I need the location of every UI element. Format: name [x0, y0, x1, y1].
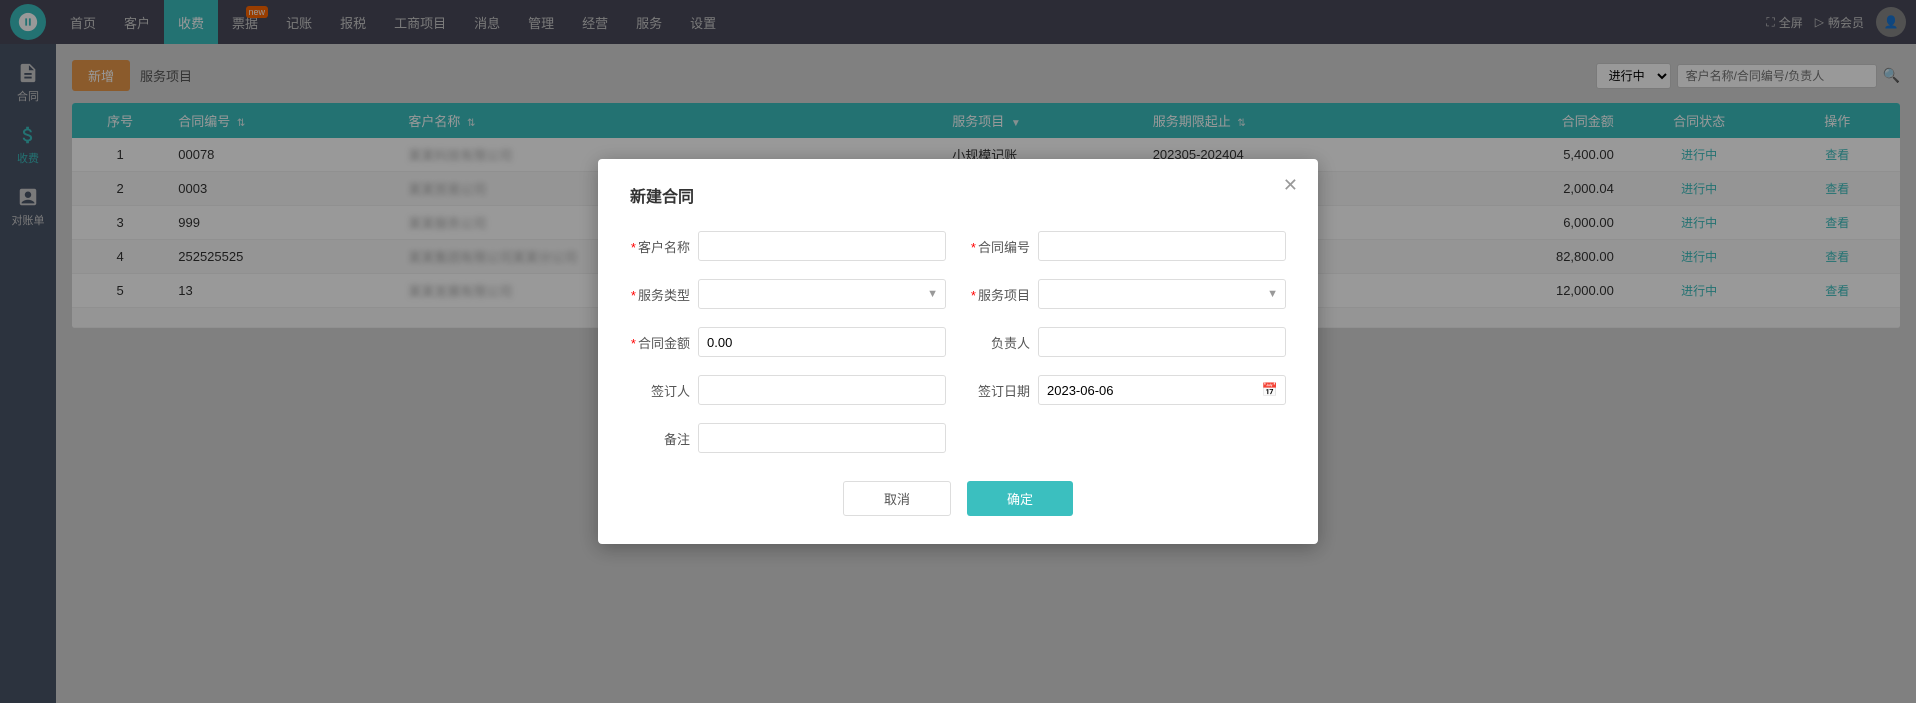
- service-type-select-wrapper: ▼: [698, 279, 946, 309]
- remark-label: 备注: [630, 429, 690, 448]
- modal-footer: 取消 确定: [630, 481, 1286, 516]
- cancel-button[interactable]: 取消: [843, 481, 951, 516]
- modal-title: 新建合同: [630, 183, 1286, 207]
- contract-no-label: *合同编号: [970, 237, 1030, 256]
- service-item-label: *服务项目: [970, 285, 1030, 304]
- sign-date-input[interactable]: [1038, 375, 1286, 405]
- form-group-person-in-charge: 负责人: [970, 327, 1286, 357]
- person-in-charge-label: 负责人: [970, 333, 1030, 352]
- service-type-label: *服务类型: [630, 285, 690, 304]
- form-group-contract-no: *合同编号: [970, 231, 1286, 261]
- modal-overlay[interactable]: ✕ 新建合同 *客户名称 *合同编号 *服务类型: [0, 0, 1916, 703]
- remark-input[interactable]: [698, 423, 946, 453]
- signer-label: 签订人: [630, 381, 690, 400]
- form-group-service-item: *服务项目 ▼: [970, 279, 1286, 309]
- confirm-button[interactable]: 确定: [967, 481, 1073, 516]
- amount-input[interactable]: [698, 327, 946, 357]
- new-contract-modal: ✕ 新建合同 *客户名称 *合同编号 *服务类型: [598, 159, 1318, 544]
- form-row-4: 签订人 签订日期 📅: [630, 375, 1286, 405]
- amount-label: *合同金额: [630, 333, 690, 352]
- service-type-select[interactable]: [698, 279, 946, 309]
- signer-input[interactable]: [698, 375, 946, 405]
- sign-date-label: 签订日期: [970, 381, 1030, 400]
- form-group-customer: *客户名称: [630, 231, 946, 261]
- customer-name-label: *客户名称: [630, 237, 690, 256]
- form-group-sign-date: 签订日期 📅: [970, 375, 1286, 405]
- sign-date-wrapper: 📅: [1038, 375, 1286, 405]
- form-row-2: *服务类型 ▼ *服务项目 ▼: [630, 279, 1286, 309]
- form-group-amount: *合同金额: [630, 327, 946, 357]
- customer-name-input[interactable]: [698, 231, 946, 261]
- form-row-1: *客户名称 *合同编号: [630, 231, 1286, 261]
- service-item-select-wrapper: ▼: [1038, 279, 1286, 309]
- service-item-select[interactable]: [1038, 279, 1286, 309]
- form-group-signer: 签订人: [630, 375, 946, 405]
- form-row-3: *合同金额 负责人: [630, 327, 1286, 357]
- form-group-remark: 备注: [630, 423, 946, 453]
- contract-no-input[interactable]: [1038, 231, 1286, 261]
- form-row-5: 备注: [630, 423, 1286, 453]
- modal-close-button[interactable]: ✕: [1283, 175, 1298, 196]
- person-in-charge-input[interactable]: [1038, 327, 1286, 357]
- form-group-service-type: *服务类型 ▼: [630, 279, 946, 309]
